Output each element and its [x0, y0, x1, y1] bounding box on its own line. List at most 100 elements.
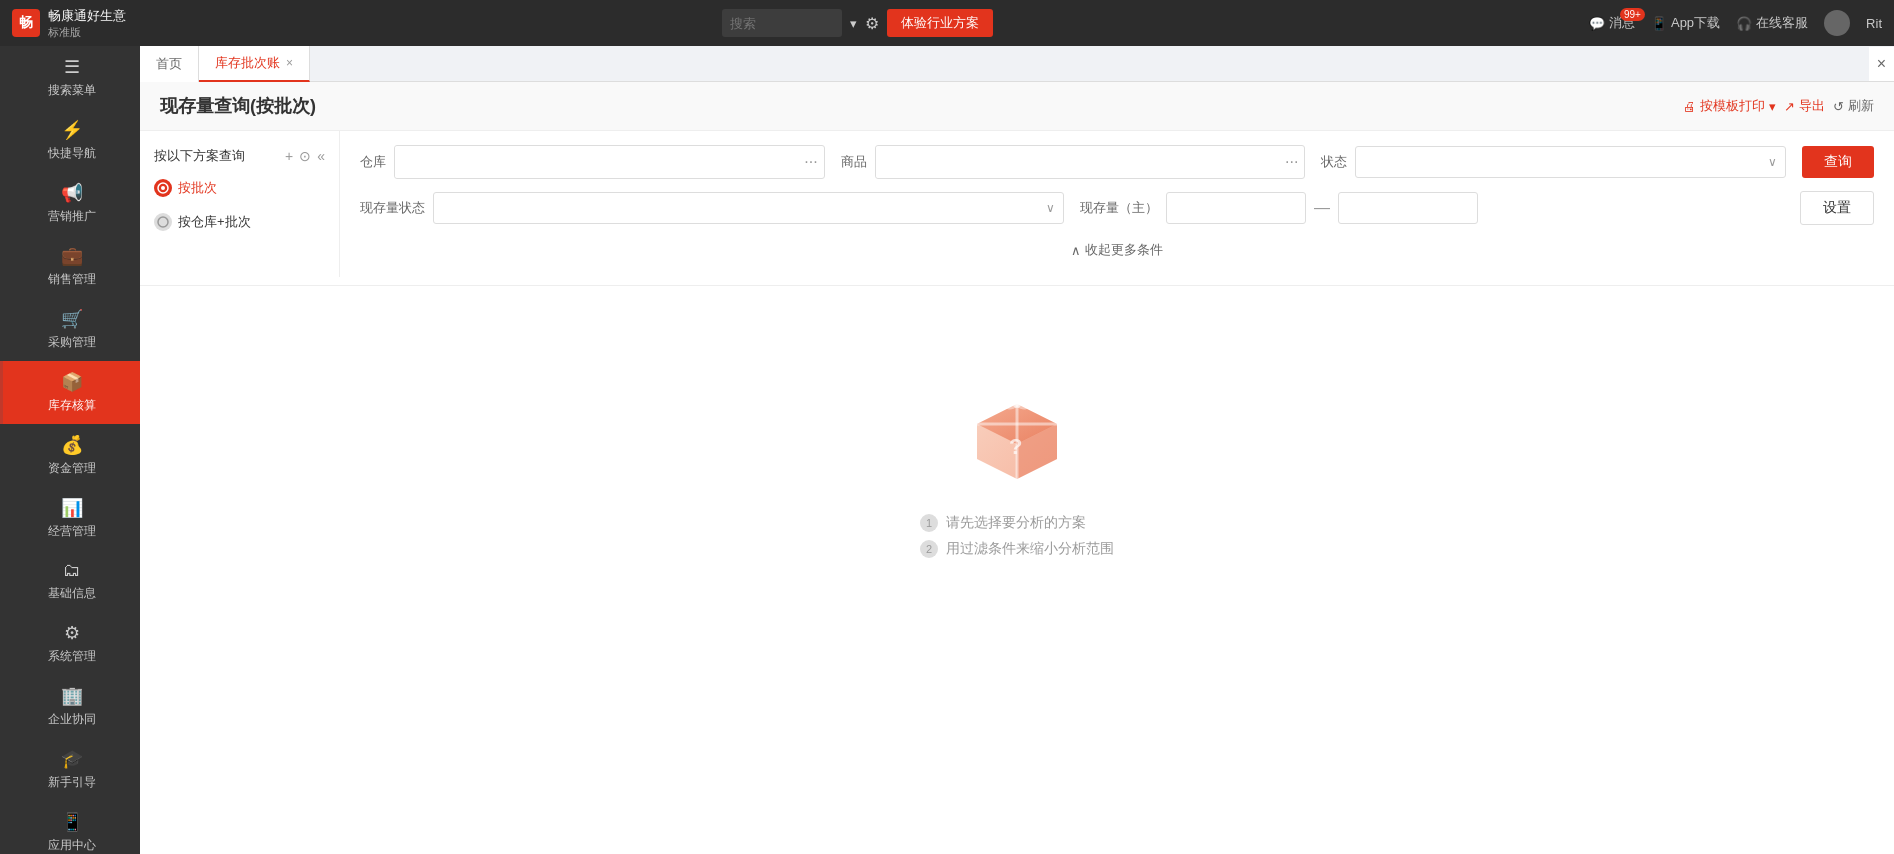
- print-label: 按模板打印: [1700, 97, 1765, 115]
- print-icon: 🖨: [1683, 99, 1696, 114]
- finance-icon: 💰: [61, 434, 83, 456]
- sidebar-item-label: 应用中心: [48, 837, 96, 854]
- print-arrow-icon: ▾: [1769, 99, 1776, 114]
- filter-item-status: 状态 ∨: [1321, 146, 1786, 178]
- schema-batch-icon: [154, 179, 172, 197]
- filter-collapse-sidebar-button[interactable]: «: [317, 148, 325, 164]
- quick-nav-icon: ⚡: [61, 119, 83, 141]
- collapse-label: 收起更多条件: [1085, 241, 1163, 259]
- tab-close-icon[interactable]: ×: [286, 56, 293, 70]
- refresh-label: 刷新: [1848, 97, 1874, 115]
- filter-schema-warehouse-batch[interactable]: 按仓库+批次: [140, 205, 339, 239]
- warehouse-dots-button[interactable]: ···: [798, 153, 823, 171]
- purchase-icon: 🛒: [61, 308, 83, 330]
- export-label: 导出: [1799, 97, 1825, 115]
- export-button[interactable]: ↗ 导出: [1784, 97, 1825, 115]
- settings-button[interactable]: 设置: [1800, 191, 1874, 225]
- search-input[interactable]: [722, 9, 842, 37]
- basic-icon: 🗂: [63, 560, 81, 581]
- sidebar-item-basic[interactable]: 🗂 基础信息: [0, 550, 140, 612]
- sidebar-item-label: 营销推广: [48, 208, 96, 225]
- stock-amount-label: 现存量（主）: [1080, 199, 1158, 217]
- sidebar-item-label: 采购管理: [48, 334, 96, 351]
- status-select[interactable]: ∨: [1355, 146, 1786, 178]
- newbie-icon: 🎓: [61, 748, 83, 770]
- sidebar-item-sales[interactable]: 💼 销售管理: [0, 235, 140, 298]
- phone-icon: 📱: [1651, 16, 1667, 31]
- search-menu-icon: ☰: [64, 56, 80, 78]
- collapse-icon: ∧: [1071, 243, 1081, 258]
- sidebar-item-label: 搜索菜单: [48, 82, 96, 99]
- messages-action[interactable]: 💬 消息 99+: [1589, 14, 1635, 32]
- svg-point-10: [1013, 400, 1021, 408]
- svg-point-2: [158, 217, 168, 227]
- filter-schema-warehouse-batch-label: 按仓库+批次: [178, 213, 251, 231]
- filter-sidebar-title-actions: + ⊙ «: [285, 148, 325, 164]
- content-area: 首页 库存批次账 × × 现存量查询(按批次) 🖨 按模板打印 ▾: [140, 46, 1894, 854]
- message-icon: 💬: [1589, 16, 1605, 31]
- filter-schema-batch[interactable]: 按批次: [140, 171, 339, 205]
- filter-item-stock-status: 现存量状态 ∨: [360, 192, 1064, 224]
- sidebar-item-app-center[interactable]: 📱 应用中心: [0, 801, 140, 854]
- sidebar-item-label: 新手引导: [48, 774, 96, 791]
- system-icon: ⚙: [64, 622, 80, 644]
- warehouse-input[interactable]: [395, 146, 798, 178]
- product-label: 商品: [841, 153, 867, 171]
- filter-item-stock-amount: 现存量（主） —: [1080, 192, 1784, 224]
- hint-1-text: 请先选择要分析的方案: [946, 514, 1086, 532]
- product-input-container[interactable]: ···: [875, 145, 1306, 179]
- filter-sidebar: 按以下方案查询 + ⊙ « 按批次: [140, 131, 340, 277]
- sidebar-item-label: 资金管理: [48, 460, 96, 477]
- marketing-icon: 📢: [61, 182, 83, 204]
- main-layout: ☰ 搜索菜单 ⚡ 快捷导航 📢 营销推广 💼 销售管理 🛒 采购管理 📦 库存核…: [0, 46, 1894, 854]
- close-panel-button[interactable]: ×: [1869, 47, 1894, 81]
- empty-hint-1: 1 请先选择要分析的方案: [920, 514, 1114, 532]
- filter-row-1: 仓库 ··· 商品 ···: [360, 145, 1874, 179]
- sidebar-item-newbie[interactable]: 🎓 新手引导: [0, 738, 140, 801]
- app-download-label: App下载: [1671, 14, 1720, 32]
- sidebar-item-search[interactable]: ☰ 搜索菜单: [0, 46, 140, 109]
- sidebar-item-marketing[interactable]: 📢 营销推广: [0, 172, 140, 235]
- sidebar-item-label: 经营管理: [48, 523, 96, 540]
- sidebar-item-purchase[interactable]: 🛒 采购管理: [0, 298, 140, 361]
- filter-sidebar-title: 按以下方案查询 + ⊙ «: [140, 141, 339, 171]
- gear-button[interactable]: ⚙: [865, 14, 879, 33]
- sidebar-item-label: 企业协同: [48, 711, 96, 728]
- sidebar-item-quick-nav[interactable]: ⚡ 快捷导航: [0, 109, 140, 172]
- product-dots-button[interactable]: ···: [1279, 153, 1304, 171]
- collapse-conditions-button[interactable]: ∧ 收起更多条件: [1071, 237, 1163, 263]
- tab-home[interactable]: 首页: [140, 46, 199, 82]
- filter-add-button[interactable]: +: [285, 148, 293, 164]
- schema-warehouse-batch-icon: [154, 213, 172, 231]
- sidebar-item-finance[interactable]: 💰 资金管理: [0, 424, 140, 487]
- empty-hint-2: 2 用过滤条件来缩小分析范围: [920, 540, 1114, 558]
- sidebar-item-system[interactable]: ⚙ 系统管理: [0, 612, 140, 675]
- stock-status-label: 现存量状态: [360, 199, 425, 217]
- avatar[interactable]: [1824, 10, 1850, 36]
- print-button[interactable]: 🖨 按模板打印 ▾: [1683, 97, 1776, 115]
- stock-amount-to-input[interactable]: [1338, 192, 1478, 224]
- sidebar-item-enterprise[interactable]: 🏢 企业协同: [0, 675, 140, 738]
- product-input[interactable]: [876, 146, 1279, 178]
- dropdown-button[interactable]: ▾: [850, 16, 857, 31]
- filter-row-2: 现存量状态 ∨ 现存量（主） — 设置: [360, 191, 1874, 225]
- empty-state: ? 1 请先选择要分析的方案 2 用过滤条件来缩小分析范围: [140, 294, 1894, 646]
- stock-status-select[interactable]: ∨: [433, 192, 1064, 224]
- sidebar-item-inventory[interactable]: 📦 库存核算: [0, 361, 140, 424]
- filter-settings-icon-button[interactable]: ⊙: [299, 148, 311, 164]
- tab-active-label: 库存批次账: [215, 54, 280, 72]
- collapse-row: ∧ 收起更多条件: [360, 237, 1874, 263]
- app-download-action[interactable]: 📱 App下载: [1651, 14, 1720, 32]
- warehouse-input-container[interactable]: ···: [394, 145, 825, 179]
- experience-button[interactable]: 体验行业方案: [887, 9, 993, 37]
- stock-amount-from-input[interactable]: [1166, 192, 1306, 224]
- app-subtitle: 标准版: [48, 25, 126, 40]
- query-button[interactable]: 查询: [1802, 146, 1874, 178]
- topbar-left: 畅 畅康通好生意 标准版: [12, 7, 126, 40]
- sidebar-item-business[interactable]: 📊 经营管理: [0, 487, 140, 550]
- warehouse-label: 仓库: [360, 153, 386, 171]
- customer-service-action[interactable]: 🎧 在线客服: [1736, 14, 1808, 32]
- refresh-button[interactable]: ↺ 刷新: [1833, 97, 1874, 115]
- business-icon: 📊: [61, 497, 83, 519]
- tab-inventory-batch[interactable]: 库存批次账 ×: [199, 46, 310, 82]
